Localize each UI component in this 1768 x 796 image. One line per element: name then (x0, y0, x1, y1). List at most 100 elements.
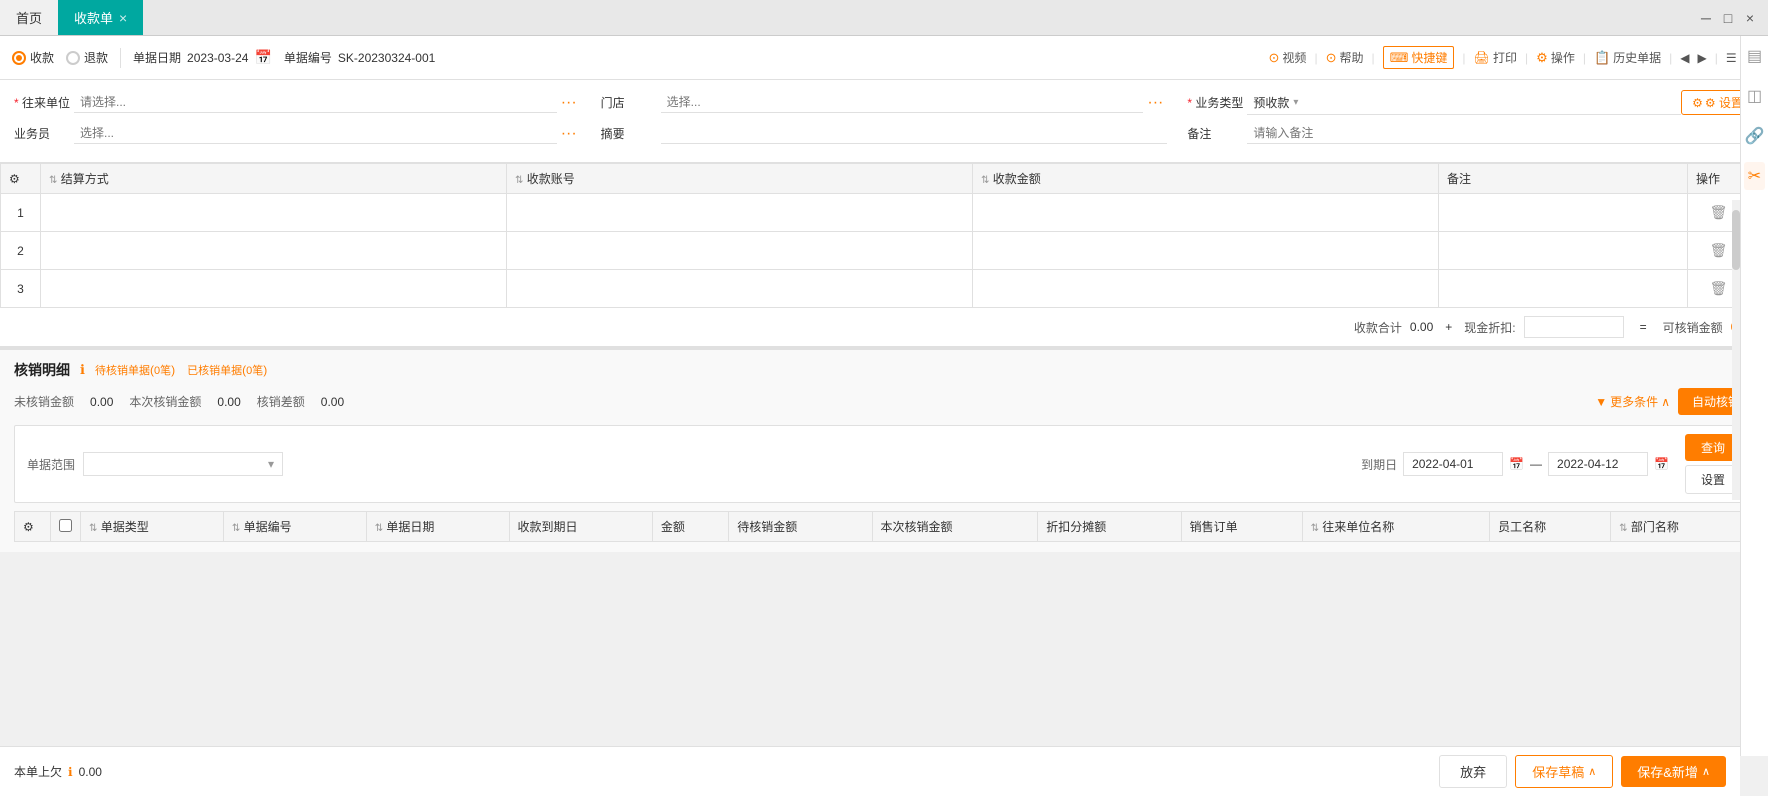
vcol-date: 单据日期 (366, 512, 509, 542)
partner-more-icon[interactable]: ··· (557, 95, 581, 111)
limit-info-icon[interactable]: ℹ (68, 765, 73, 779)
list-view-btn[interactable]: ☰ (1726, 51, 1737, 65)
store-more-icon[interactable]: ··· (1143, 95, 1167, 111)
tab-home[interactable]: 首页 (0, 0, 58, 35)
row-2-delete-icon[interactable]: 🗑 (1710, 242, 1728, 259)
window-controls: ─ □ × (1696, 8, 1768, 28)
vcol-order: 销售订单 (1181, 512, 1302, 542)
salesperson-input[interactable] (74, 123, 557, 144)
col-amount-header: 收款金额 (972, 164, 1438, 194)
col-settings-header[interactable]: ⚙ (1, 164, 41, 194)
row-1-amount[interactable] (972, 194, 1438, 232)
done-tab[interactable]: 已核销单据(0笔) (187, 362, 267, 378)
vcol-type: 单据类型 (81, 512, 224, 542)
range-select[interactable]: ▾ (83, 452, 283, 476)
calendar-icon[interactable]: 📅 (254, 49, 271, 66)
help-btn[interactable]: ⊙ 帮助 (1326, 49, 1364, 66)
partner-label: 往来单位 (14, 94, 74, 111)
date-from-input[interactable] (1403, 452, 1503, 476)
minimize-button[interactable]: ─ (1696, 8, 1716, 28)
col-account-header: 收款账号 (506, 164, 972, 194)
tab-active[interactable]: 收款单 × (58, 0, 143, 35)
video-icon: ⊙ (1269, 50, 1280, 66)
discount-input[interactable] (1524, 316, 1624, 338)
verify-info-icon[interactable]: ℹ (80, 362, 85, 378)
salesperson-field: 业务员 ··· (14, 123, 581, 144)
store-label: 门店 (601, 94, 661, 111)
video-btn[interactable]: ⊙ 视频 (1269, 49, 1307, 66)
store-field: 门店 ··· (601, 92, 1168, 113)
row-3-note[interactable] (1438, 270, 1687, 308)
row-2-account[interactable] (506, 232, 972, 270)
row-3-amount[interactable] (972, 270, 1438, 308)
salesperson-label: 业务员 (14, 125, 74, 142)
maximize-button[interactable]: □ (1718, 8, 1738, 28)
verify-header: 核销明细 ℹ 待核销单据(0笔) 已核销单据(0笔) (14, 360, 1754, 380)
toolbar-right: ⊙ 视频 | ⊙ 帮助 | ⌨ 快捷键 | 🖨 打印 | ⚙ 操作 | 📋 历史… (1269, 46, 1756, 69)
footer-left: 本单上欠 ℹ 0.00 (14, 763, 102, 780)
calendar-to-icon[interactable]: 📅 (1654, 457, 1669, 471)
note-input[interactable] (1247, 123, 1754, 144)
row-2-amount[interactable] (972, 232, 1438, 270)
vcol-partner: 往来单位名称 (1302, 512, 1490, 542)
save-new-button[interactable]: 保存&新增 ∧ (1621, 756, 1726, 787)
form-row-1: 往来单位 ··· 门店 ··· 业务类型 预收款 ▾ ⚙ ⚙ 设置 (14, 90, 1754, 115)
select-all-checkbox[interactable] (59, 519, 72, 532)
partner-field: 往来单位 ··· (14, 92, 581, 113)
radio-receive[interactable]: 收款 (12, 49, 54, 66)
discard-button[interactable]: 放弃 (1439, 755, 1507, 788)
print-btn[interactable]: 🖨 打印 (1474, 49, 1518, 66)
items-table-section: ⚙ 结算方式 收款账号 收款金额 备注 操作 (0, 163, 1768, 308)
row-3-account[interactable] (506, 270, 972, 308)
close-window-button[interactable]: × (1740, 8, 1760, 28)
link-icon[interactable]: 🔗 (1741, 122, 1768, 150)
row-2-note[interactable] (1438, 232, 1687, 270)
receipt-type-group: 收款 退款 (12, 49, 108, 66)
date-to-input[interactable] (1548, 452, 1648, 476)
summary-input[interactable] (661, 123, 1168, 144)
shortcuts-btn[interactable]: ⌨ 快捷键 (1383, 46, 1455, 69)
nav-next-btn[interactable]: ▶ (1698, 51, 1707, 65)
nav-prev-btn[interactable]: ◀ (1680, 51, 1689, 65)
more-filters-btn[interactable]: ▼ 更多条件 ∧ (1595, 393, 1670, 410)
document-icon[interactable]: ◫ (1743, 82, 1766, 110)
table-icon[interactable]: ▤ (1743, 42, 1766, 70)
salesperson-more-icon[interactable]: ··· (557, 126, 581, 142)
row-3-delete-icon[interactable]: 🗑 (1710, 280, 1728, 297)
scroll-thumb[interactable] (1732, 210, 1740, 270)
vcol-dept: 部门名称 (1611, 512, 1754, 542)
pending-tab[interactable]: 待核销单据(0笔) (95, 362, 175, 378)
row-1-note[interactable] (1438, 194, 1687, 232)
row-2-method[interactable] (41, 232, 507, 270)
calendar-from-icon[interactable]: 📅 (1509, 457, 1524, 471)
history-btn[interactable]: 📋 历史单据 (1594, 49, 1661, 66)
vcol-due: 收款到期日 (509, 512, 652, 542)
scissors-icon[interactable]: ✂ (1744, 162, 1765, 190)
radio-return[interactable]: 退款 (66, 49, 108, 66)
history-icon: 📋 (1594, 50, 1610, 66)
partner-input[interactable] (74, 92, 557, 113)
vcol-discount: 折扣分摊额 (1038, 512, 1181, 542)
row-1-account[interactable] (506, 194, 972, 232)
row-1-delete-icon[interactable]: 🗑 (1710, 204, 1728, 221)
store-input[interactable] (661, 92, 1144, 113)
scroll-track[interactable] (1732, 200, 1740, 500)
col-method-header: 结算方式 (41, 164, 507, 194)
business-label: 业务类型 (1187, 94, 1247, 111)
row-3-method[interactable] (41, 270, 507, 308)
row-1-method[interactable] (41, 194, 507, 232)
business-field: 业务类型 预收款 ▾ ⚙ ⚙ 设置 (1187, 90, 1754, 115)
vcol-settings[interactable]: ⚙ (15, 512, 51, 542)
form-row-2: 业务员 ··· 摘要 备注 (14, 123, 1754, 144)
vcol-checkbox[interactable] (51, 512, 81, 542)
page-footer: 本单上欠 ℹ 0.00 放弃 保存草稿 ∧ 保存&新增 ∧ (0, 746, 1740, 796)
toolbar: 收款 退款 单据日期 2023-03-24 📅 单据编号 SK-20230324… (0, 36, 1768, 80)
close-tab-icon[interactable]: × (119, 10, 127, 26)
radio-return-dot (66, 51, 80, 65)
business-select[interactable]: 预收款 ▾ (1247, 91, 1681, 115)
verify-stats: 未核销金额 0.00 本次核销金额 0.00 核销差额 0.00 ▼ 更多条件 … (14, 388, 1754, 415)
operations-btn[interactable]: ⚙ 操作 (1536, 49, 1575, 66)
save-draft-button[interactable]: 保存草稿 ∧ (1515, 755, 1613, 788)
table-footer: 收款合计 0.00 + 现金折扣: = 可核销金额 0.00 (0, 308, 1768, 347)
note-label: 备注 (1187, 125, 1247, 142)
